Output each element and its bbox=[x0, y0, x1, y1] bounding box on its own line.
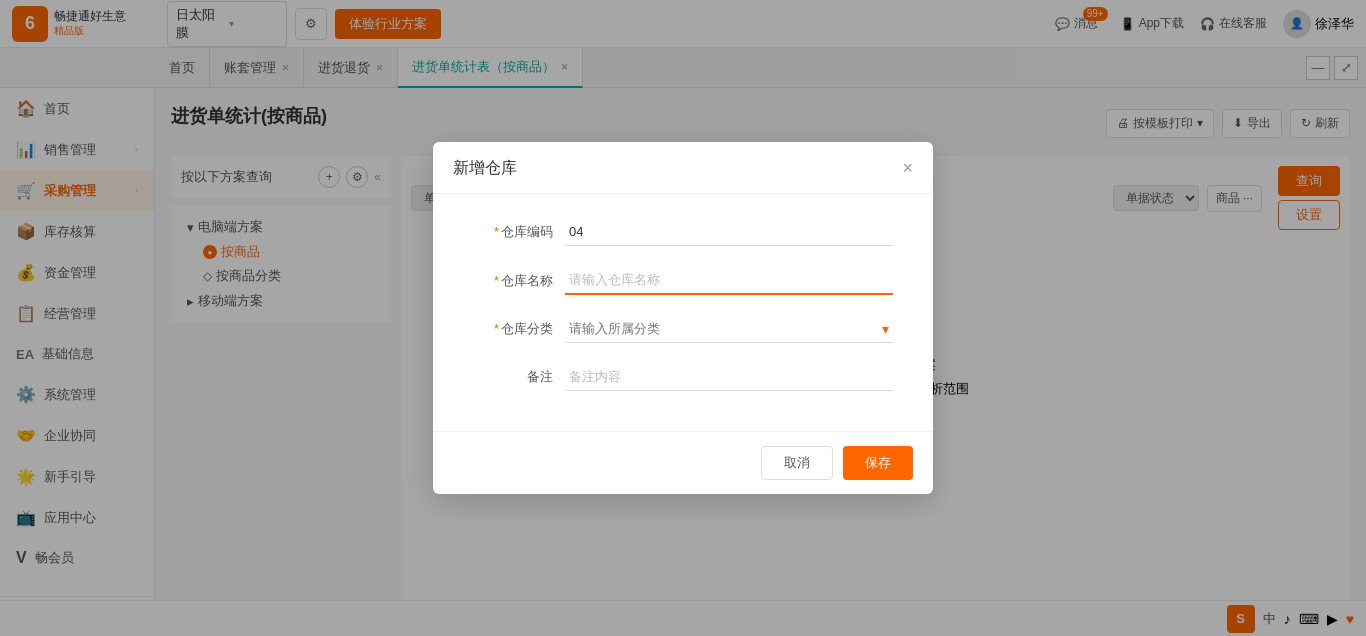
form-row-category: 仓库分类 ▾ bbox=[473, 315, 893, 343]
form-row-code: 仓库编码 bbox=[473, 218, 893, 246]
modal-footer: 取消 保存 bbox=[433, 431, 933, 494]
category-dropdown-arrow: ▾ bbox=[882, 321, 889, 337]
warehouse-name-input[interactable] bbox=[565, 266, 893, 295]
category-label: 仓库分类 bbox=[473, 320, 553, 338]
warehouse-code-input[interactable] bbox=[565, 218, 893, 246]
modal-title: 新增仓库 bbox=[453, 158, 517, 179]
form-row-name: 仓库名称 bbox=[473, 266, 893, 295]
modal-overlay[interactable]: 新增仓库 × 仓库编码 仓库名称 仓库分类 ▾ bbox=[0, 0, 1366, 636]
modal-dialog: 新增仓库 × 仓库编码 仓库名称 仓库分类 ▾ bbox=[433, 142, 933, 494]
modal-close-button[interactable]: × bbox=[902, 158, 913, 179]
category-select-wrapper[interactable]: ▾ bbox=[565, 315, 893, 343]
modal-body: 仓库编码 仓库名称 仓库分类 ▾ 备注 bbox=[433, 194, 933, 431]
note-input[interactable] bbox=[565, 363, 893, 391]
modal-header: 新增仓库 × bbox=[433, 142, 933, 194]
code-label: 仓库编码 bbox=[473, 223, 553, 241]
cancel-button[interactable]: 取消 bbox=[761, 446, 833, 480]
name-label: 仓库名称 bbox=[473, 272, 553, 290]
form-row-note: 备注 bbox=[473, 363, 893, 391]
save-button[interactable]: 保存 bbox=[843, 446, 913, 480]
note-label: 备注 bbox=[473, 368, 553, 386]
category-select-input[interactable] bbox=[565, 315, 893, 342]
